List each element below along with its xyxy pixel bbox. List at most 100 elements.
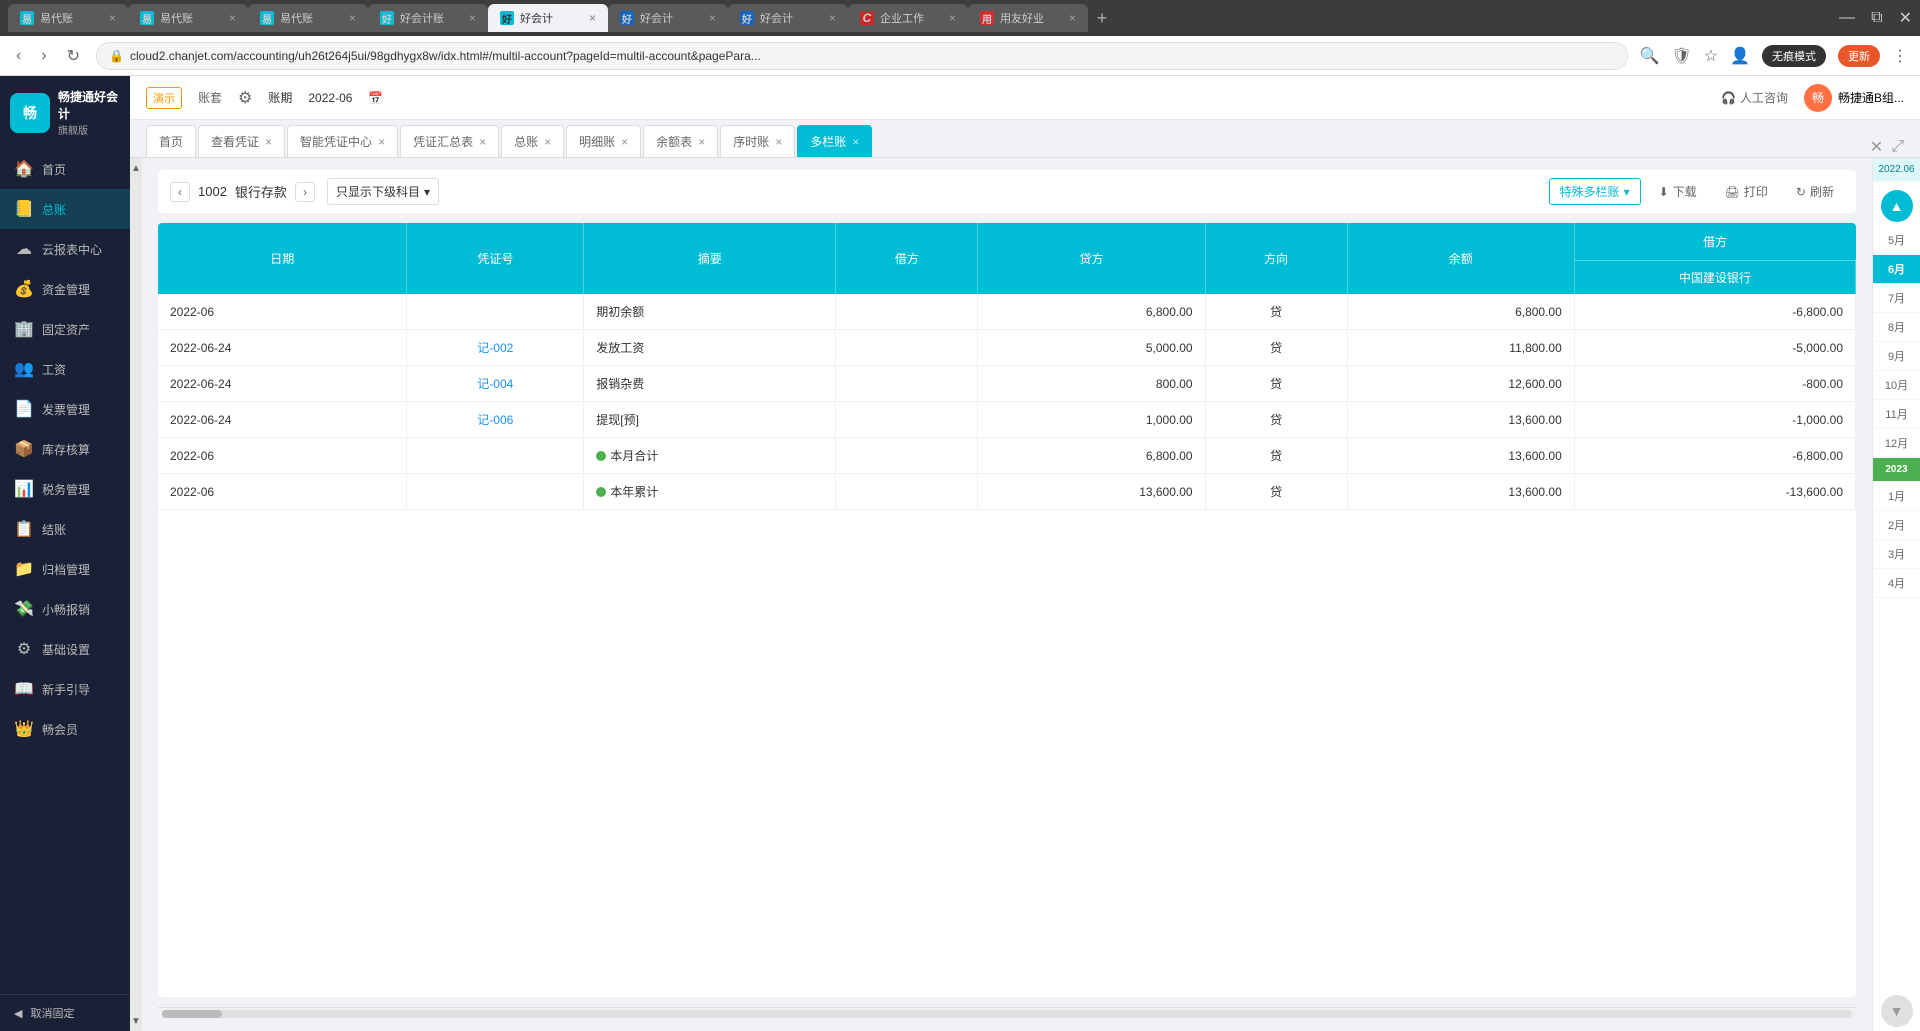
sidebar-item-cloud-report[interactable]: ☁ 云报表中心 [0,229,130,269]
incognito-button[interactable]: 无痕模式 [1762,45,1826,67]
sidebar-item-payroll[interactable]: 👥 工资 [0,349,130,389]
minimize-icon[interactable]: — [1839,9,1855,27]
print-button[interactable]: 🖨 打印 [1715,179,1778,204]
page-tab-smart-voucher-close[interactable]: × [378,135,385,149]
sidebar-item-guide[interactable]: 📖 新手引导 [0,669,130,709]
sidebar-item-invoice[interactable]: 📄 发票管理 [0,389,130,429]
sidebar-item-home[interactable]: 🏠 首页 [0,149,130,189]
sidebar-item-expense[interactable]: 💸 小畅报销 [0,589,130,629]
month-10[interactable]: 10月 [1873,371,1920,400]
page-tab-voucher-close[interactable]: × [265,135,272,149]
page-tab-balance-close[interactable]: × [698,135,705,149]
tab-expand-icon[interactable]: ⤢ [1891,138,1904,156]
month-2023-3[interactable]: 3月 [1873,540,1920,569]
unpin-button[interactable]: ◀ 取消固定 [0,994,130,1031]
filter-dropdown[interactable]: 只显示下级科目 ▾ [327,178,439,205]
maximize-icon[interactable]: ⧉ [1871,9,1882,27]
update-button[interactable]: 更新 [1838,45,1880,67]
page-tab-voucher-summary[interactable]: 凭证汇总表 × [400,125,499,157]
tab-8[interactable]: C 企业工作 × [848,4,968,32]
page-tab-multi-column[interactable]: 多栏账 × [797,125,872,157]
new-tab-button[interactable]: + [1088,4,1116,32]
page-tab-general-ledger-close[interactable]: × [544,135,551,149]
refresh-button[interactable]: ↻ 刷新 [1786,179,1844,204]
sidebar-item-funds[interactable]: 💰 资金管理 [0,269,130,309]
month-9[interactable]: 9月 [1873,342,1920,371]
tab-3[interactable]: 易 易代账 × [248,4,368,32]
tab-9-close[interactable]: × [1069,11,1076,25]
period-value[interactable]: 2022-06 [308,91,352,105]
sidebar-item-ledger[interactable]: 📒 总账 [0,189,130,229]
refresh-button[interactable]: ↻ [63,42,84,70]
page-tab-multi-column-close[interactable]: × [852,135,859,149]
month-scroll-up[interactable]: ▲ [1881,190,1913,222]
tab-3-close[interactable]: × [349,11,356,25]
tab-5[interactable]: 好 好会计 × [488,4,608,32]
month-2023-4[interactable]: 4月 [1873,569,1920,598]
settings-icon-topbar[interactable]: ⚙ [238,88,252,108]
tab-4[interactable]: 好 好会计账 × [368,4,488,32]
sidebar-item-tax[interactable]: 📊 税务管理 [0,469,130,509]
page-tab-general-ledger[interactable]: 总账 × [501,125,564,157]
page-tab-detail-ledger[interactable]: 明细账 × [566,125,641,157]
month-8[interactable]: 8月 [1873,313,1920,342]
sidebar-item-inventory[interactable]: 📦 库存核算 [0,429,130,469]
tab-8-close[interactable]: × [949,11,956,25]
tab-6-close[interactable]: × [709,11,716,25]
sidebar-item-archive[interactable]: 📁 归档管理 [0,549,130,589]
cell-voucher[interactable]: 记-006 [407,402,584,438]
sidebar-item-settings[interactable]: ⚙ 基础设置 [0,629,130,669]
tab-9[interactable]: 用 用友好业 × [968,4,1088,32]
page-tab-chronological-close[interactable]: × [775,135,782,149]
tab-6[interactable]: 好 好会计 × [608,4,728,32]
tab-1[interactable]: 易 易代账 × [8,4,128,32]
scroll-thumb[interactable] [162,1010,222,1018]
month-6[interactable]: 6月 [1873,255,1920,284]
menu-icon[interactable]: ⋮ [1892,46,1908,66]
cell-voucher[interactable]: 记-002 [407,330,584,366]
month-11[interactable]: 11月 [1873,400,1920,429]
scroll-up-arrow[interactable]: ▲ [130,158,142,178]
tab-close-all-icon[interactable]: ✕ [1870,137,1883,157]
tab-4-close[interactable]: × [469,11,476,25]
tab-7-close[interactable]: × [829,11,836,25]
page-tab-smart-voucher[interactable]: 智能凭证中心 × [287,125,398,157]
star-icon[interactable]: ☆ [1704,46,1718,66]
sidebar-item-closing[interactable]: 📋 结账 [0,509,130,549]
close-icon[interactable]: ✕ [1899,8,1912,28]
month-7[interactable]: 7月 [1873,284,1920,313]
page-tab-detail-ledger-close[interactable]: × [621,135,628,149]
month-5[interactable]: 5月 [1873,226,1920,255]
tab-5-close[interactable]: × [589,11,596,25]
page-tab-chronological[interactable]: 序时账 × [720,125,795,157]
page-tab-voucher[interactable]: 查看凭证 × [198,125,285,157]
page-tab-balance[interactable]: 余额表 × [643,125,718,157]
calendar-icon[interactable]: 📅 [368,91,383,105]
back-button[interactable]: ‹ [12,43,25,69]
sidebar-item-member[interactable]: 👑 畅会员 [0,709,130,749]
page-tab-home[interactable]: 首页 [146,125,196,157]
cell-voucher[interactable]: 记-004 [407,366,584,402]
shield-icon[interactable]: 🛡 [1671,46,1691,66]
horizontal-scrollbar[interactable] [158,1007,1856,1019]
tab-2[interactable]: 易 易代账 × [128,4,248,32]
profile-icon[interactable]: 👤 [1730,46,1750,66]
scroll-down-arrow[interactable]: ▼ [130,1011,142,1031]
url-input[interactable]: 🔒 cloud2.chanjet.com/accounting/uh26t264… [96,42,1627,70]
special-multicolumn-button[interactable]: 特殊多栏账 ▾ [1549,178,1641,205]
tab-1-close[interactable]: × [109,11,116,25]
sidebar-item-fixed-assets[interactable]: 🏢 固定资产 [0,309,130,349]
consult-button[interactable]: 🎧 人工咨询 [1721,89,1788,106]
tab-2-close[interactable]: × [229,11,236,25]
month-scroll-down[interactable]: ▼ [1881,995,1913,1027]
prev-account-button[interactable]: ‹ [170,182,190,202]
tab-7[interactable]: 好 好会计 × [728,4,848,32]
month-2023-1[interactable]: 1月 [1873,482,1920,511]
next-account-button[interactable]: › [295,182,315,202]
search-icon[interactable]: 🔍 [1640,46,1660,66]
download-button[interactable]: ⬇ 下载 [1649,179,1707,204]
month-12[interactable]: 12月 [1873,429,1920,458]
forward-button[interactable]: › [37,43,50,69]
page-tab-voucher-summary-close[interactable]: × [479,135,486,149]
month-2023-2[interactable]: 2月 [1873,511,1920,540]
